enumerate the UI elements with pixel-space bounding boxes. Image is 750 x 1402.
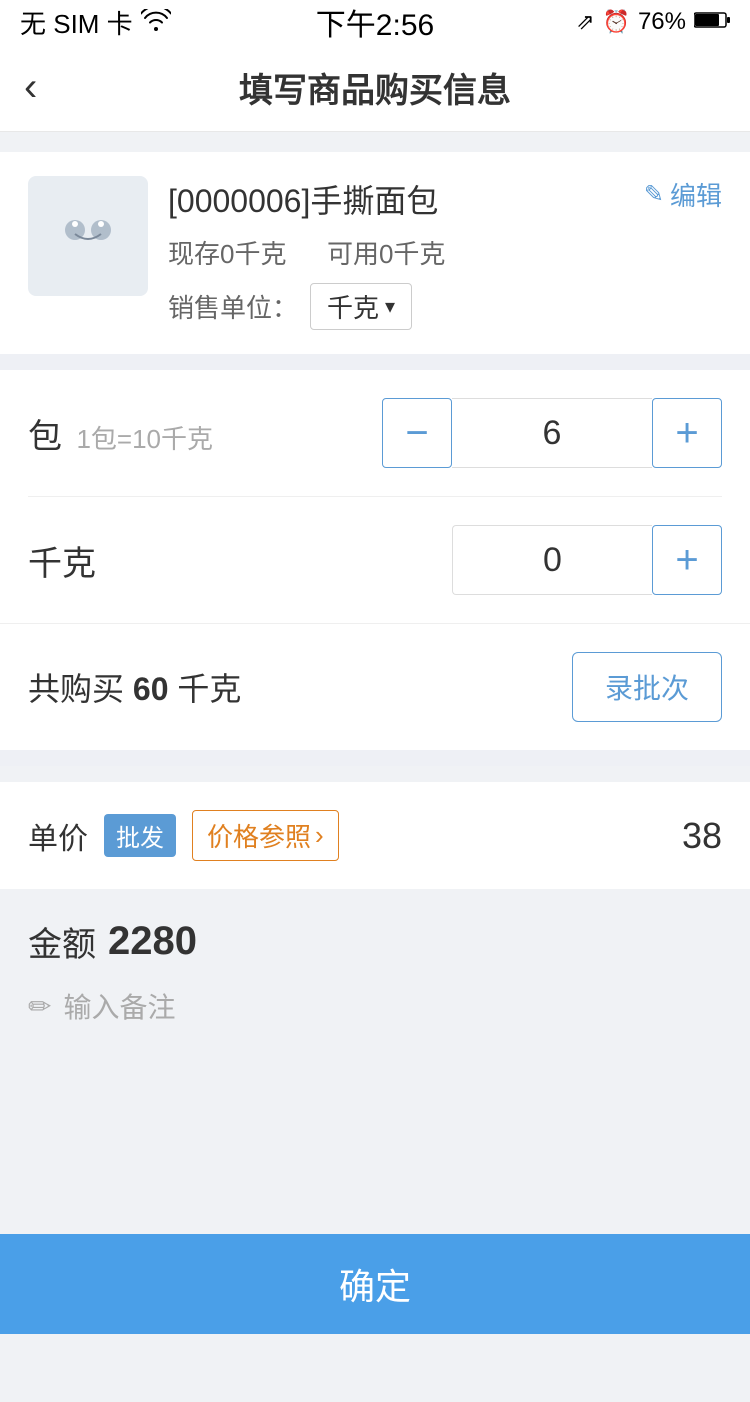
product-thumbnail <box>28 176 148 296</box>
available-text: 可用0千克 <box>327 239 445 269</box>
product-logo <box>53 202 123 271</box>
price-section: 单价 批发 价格参照 › 38 <box>0 782 750 889</box>
bag-sublabel: 1包=10千克 <box>76 424 213 454</box>
bag-increment-button[interactable]: + <box>652 398 722 468</box>
amount-row: 金额 2280 <box>28 917 722 966</box>
product-stock: 现存0千克 可用0千克 <box>168 234 722 271</box>
kg-label: 千克 <box>28 545 96 583</box>
note-icon: ✏ <box>28 990 51 1023</box>
status-bar: 无 SIM 卡 下午2:56 ⇗ ⏰ 76% <box>0 0 750 44</box>
price-type-tag: 批发 <box>104 814 176 857</box>
edit-label: 编辑 <box>670 176 722 213</box>
kg-label-group: 千克 <box>28 536 96 585</box>
location-icon: ⇗ <box>576 9 594 35</box>
amount-label: 金额 <box>28 917 96 966</box>
summary-prefix: 共购买 <box>28 671 124 707</box>
amount-value: 2280 <box>108 919 197 964</box>
kg-increment-button[interactable]: + <box>652 525 722 595</box>
quantity-section: 包 1包=10千克 − + 千克 + <box>0 370 750 623</box>
price-value: 38 <box>682 815 722 857</box>
bag-label-group: 包 1包=10千克 <box>28 409 213 458</box>
product-info: [0000006]手撕面包 现存0千克 可用0千克 销售单位： 千克 ▾ <box>168 176 722 330</box>
alarm-icon: ⏰ <box>603 9 630 35</box>
bag-quantity-input[interactable] <box>452 398 652 468</box>
wifi-icon <box>141 7 171 38</box>
summary-text: 共购买 60 千克 <box>28 664 241 710</box>
product-name: [0000006]手撕面包 <box>168 176 722 222</box>
confirm-button[interactable]: 确定 <box>0 1234 750 1334</box>
kg-quantity-row: 千克 + <box>28 497 722 623</box>
unit-select[interactable]: 千克 ▾ <box>310 283 412 330</box>
amount-section: 金额 2280 ✏ 输入备注 <box>0 889 750 1042</box>
edit-icon: ✎ <box>644 180 664 209</box>
carrier-text: 无 SIM 卡 <box>20 4 133 41</box>
price-ref-button[interactable]: 价格参照 › <box>192 810 339 861</box>
divider-1 <box>0 354 750 370</box>
bag-quantity-controls: − + <box>382 398 722 468</box>
note-row[interactable]: ✏ 输入备注 <box>28 986 722 1026</box>
unit-dropdown-icon: ▾ <box>385 294 395 319</box>
bag-quantity-row: 包 1包=10千克 − + <box>28 370 722 497</box>
page-title: 填写商品购买信息 <box>239 63 511 112</box>
stock-text: 现存0千克 <box>168 239 286 269</box>
empty-area <box>0 1042 750 1402</box>
batch-button[interactable]: 录批次 <box>572 652 722 722</box>
kg-quantity-controls: + <box>452 525 722 595</box>
summary-amount: 60 <box>133 671 169 707</box>
nav-bar: ‹ 填写商品购买信息 <box>0 44 750 132</box>
battery-text: 76% <box>638 8 686 36</box>
battery-icon <box>694 8 730 36</box>
price-ref-arrow: › <box>315 820 324 851</box>
edit-button[interactable]: ✎ 编辑 <box>644 176 722 213</box>
summary-unit: 千克 <box>177 671 241 707</box>
summary-row: 共购买 60 千克 录批次 <box>0 623 750 750</box>
unit-value: 千克 <box>327 288 379 325</box>
product-unit-row: 销售单位： 千克 ▾ <box>168 283 722 330</box>
product-card: [0000006]手撕面包 现存0千克 可用0千克 销售单位： 千克 ▾ ✎ 编… <box>0 152 750 354</box>
back-button[interactable]: ‹ <box>24 65 37 110</box>
price-label: 单价 <box>28 814 88 858</box>
status-right: ⇗ ⏰ 76% <box>576 8 730 36</box>
bag-label: 包 <box>28 418 62 456</box>
divider-2 <box>0 750 750 766</box>
note-placeholder: 输入备注 <box>63 986 175 1026</box>
unit-label: 销售单位： <box>168 288 298 325</box>
price-ref-label: 价格参照 <box>207 817 311 854</box>
bag-decrement-button[interactable]: − <box>382 398 452 468</box>
status-time: 下午2:56 <box>316 0 434 44</box>
kg-quantity-input[interactable] <box>452 525 652 595</box>
status-carrier: 无 SIM 卡 <box>20 4 171 41</box>
